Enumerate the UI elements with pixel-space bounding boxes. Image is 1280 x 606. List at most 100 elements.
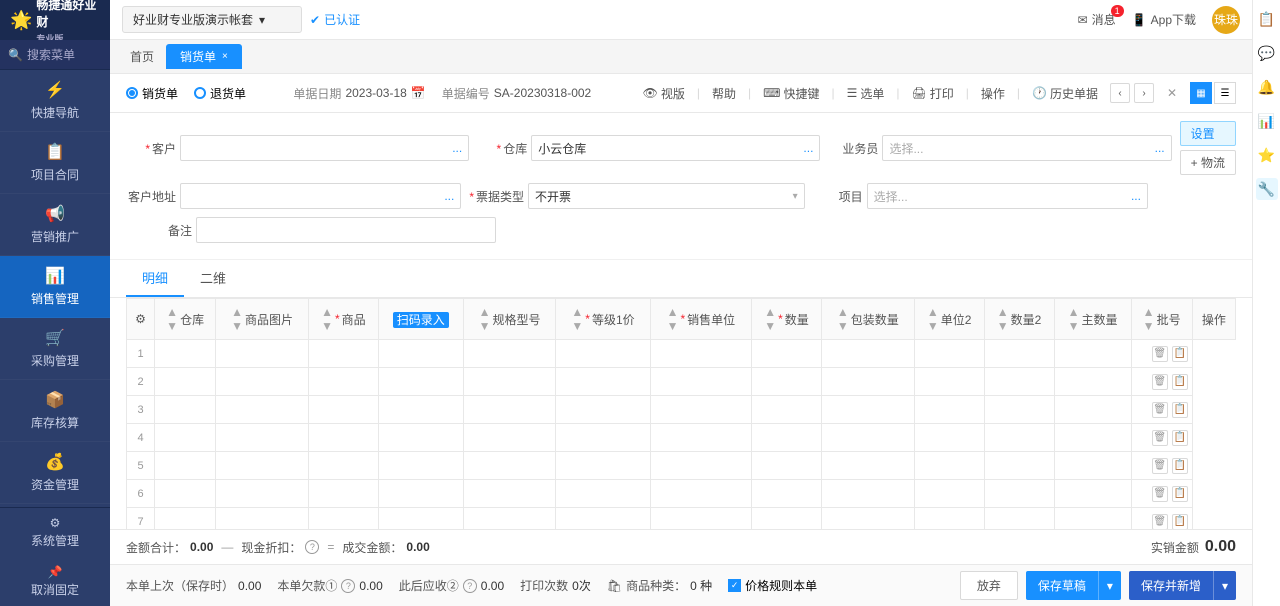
sidebar-item-inventory[interactable]: 📦 库存核算 — [0, 380, 110, 442]
table-cell[interactable] — [914, 396, 984, 424]
save-new-arrow-btn[interactable]: ▾ — [1213, 571, 1236, 600]
select-btn[interactable]: ☰ 选单 — [843, 83, 889, 104]
list-view-icon[interactable]: ☰ — [1214, 82, 1236, 104]
sidebar-item-finance[interactable]: 💰 资金管理 — [0, 442, 110, 504]
operate-btn[interactable]: 操作 — [977, 83, 1009, 104]
table-cell[interactable] — [378, 396, 463, 424]
table-cell[interactable] — [308, 508, 378, 530]
table-cell[interactable] — [556, 452, 650, 480]
table-cell[interactable] — [984, 396, 1054, 424]
right-panel-icon-1[interactable]: 📋 — [1256, 8, 1278, 30]
table-cell[interactable] — [463, 480, 556, 508]
sidebar-item-sales[interactable]: 📊 销售管理 — [0, 256, 110, 318]
shortcut-btn[interactable]: ⌨ 快捷键 — [759, 83, 823, 104]
sort-warehouse-icon[interactable]: ▲▼ — [166, 305, 178, 333]
help-btn[interactable]: 帮助 — [708, 83, 740, 104]
table-cell[interactable] — [463, 396, 556, 424]
warehouse-dots[interactable]: ... — [803, 141, 813, 155]
table-cell[interactable] — [752, 424, 822, 452]
table-cell[interactable] — [1054, 368, 1131, 396]
user-btn[interactable]: 珠珠 — [1212, 6, 1240, 34]
sort-batch-icon[interactable]: ▲▼ — [1143, 305, 1155, 333]
table-cell[interactable] — [822, 480, 915, 508]
row-copy-icon[interactable]: 📋 — [1172, 458, 1188, 474]
row-delete-icon[interactable]: 🗑 — [1152, 486, 1168, 502]
table-cell[interactable] — [984, 368, 1054, 396]
table-cell[interactable] — [914, 452, 984, 480]
table-cell[interactable] — [216, 452, 309, 480]
row-copy-icon[interactable]: 📋 — [1172, 486, 1188, 502]
table-cell[interactable] — [155, 452, 216, 480]
history-btn[interactable]: 🕐 历史单据 — [1028, 83, 1102, 104]
table-cell[interactable] — [650, 480, 751, 508]
close-btn[interactable]: ✕ — [1162, 83, 1182, 103]
table-cell[interactable] — [216, 396, 309, 424]
row-delete-icon[interactable]: 🗑 — [1152, 346, 1168, 362]
address-input[interactable]: ... — [180, 183, 461, 209]
table-scroll[interactable]: ⚙ ▲▼ 仓库 ▲▼ 商品图片 — [126, 298, 1236, 529]
invoice-select[interactable]: 不开票 ▾ — [528, 183, 805, 209]
table-cell[interactable] — [1054, 424, 1131, 452]
table-cell[interactable] — [216, 340, 309, 368]
tab-detail[interactable]: 明细 — [126, 260, 184, 297]
row-copy-icon[interactable]: 📋 — [1172, 374, 1188, 390]
table-cell[interactable] — [216, 508, 309, 530]
right-panel-icon-6[interactable]: 🔧 — [1256, 178, 1278, 200]
table-cell[interactable] — [984, 508, 1054, 530]
tab-dimension[interactable]: 二维 — [184, 260, 242, 297]
number-value[interactable]: SA-20230318-002 — [494, 86, 591, 100]
table-cell[interactable] — [650, 368, 751, 396]
set-btn[interactable]: 设置 — [1180, 121, 1236, 146]
table-cell[interactable] — [650, 340, 751, 368]
table-cell[interactable] — [914, 340, 984, 368]
customer-dots[interactable]: ... — [452, 141, 462, 155]
table-cell[interactable] — [914, 424, 984, 452]
table-cell[interactable] — [463, 452, 556, 480]
table-cell[interactable] — [822, 508, 915, 530]
sort-product-icon[interactable]: ▲▼ — [321, 305, 333, 333]
calendar-icon[interactable]: 📅 — [411, 86, 426, 100]
table-cell[interactable] — [556, 508, 650, 530]
print-btn[interactable]: 🖨 打印 — [908, 83, 958, 104]
table-cell[interactable] — [556, 480, 650, 508]
table-cell[interactable] — [155, 508, 216, 530]
table-cell[interactable] — [650, 452, 751, 480]
table-cell[interactable] — [822, 424, 915, 452]
table-cell[interactable] — [556, 396, 650, 424]
table-cell[interactable] — [1054, 340, 1131, 368]
warehouse-input[interactable]: 小云仓库 ... — [531, 135, 820, 161]
row-delete-icon[interactable]: 🗑 — [1152, 430, 1168, 446]
table-cell[interactable] — [308, 396, 378, 424]
sidebar-item-project[interactable]: 📋 项目合同 — [0, 132, 110, 194]
table-cell[interactable] — [216, 368, 309, 396]
sidebar-item-marketing[interactable]: 📢 营销推广 — [0, 194, 110, 256]
table-cell[interactable] — [216, 480, 309, 508]
notes-input[interactable] — [196, 217, 496, 243]
sort-unit-icon[interactable]: ▲▼ — [667, 305, 679, 333]
sort-qty2-icon[interactable]: ▲▼ — [997, 305, 1009, 333]
table-cell[interactable] — [378, 452, 463, 480]
table-cell[interactable] — [155, 396, 216, 424]
tab-sales-order[interactable]: 销货单 × — [166, 44, 242, 69]
view-btn[interactable]: 👁 视版 — [639, 83, 689, 104]
salesperson-dots[interactable]: ... — [1155, 141, 1165, 155]
table-cell[interactable] — [155, 340, 216, 368]
table-cell[interactable] — [752, 480, 822, 508]
messages-btn[interactable]: ✉ 消息 1 — [1078, 11, 1116, 28]
sidebar-item-quick[interactable]: ⚡ 快捷导航 — [0, 70, 110, 132]
table-cell[interactable] — [752, 508, 822, 530]
row-copy-icon[interactable]: 📋 — [1172, 346, 1188, 362]
table-cell[interactable] — [984, 480, 1054, 508]
table-cell[interactable] — [650, 396, 751, 424]
table-cell[interactable] — [308, 368, 378, 396]
table-cell[interactable] — [556, 368, 650, 396]
row-copy-icon[interactable]: 📋 — [1172, 514, 1188, 530]
table-cell[interactable] — [308, 480, 378, 508]
table-cell[interactable] — [822, 368, 915, 396]
table-cell[interactable] — [984, 340, 1054, 368]
table-cell[interactable] — [752, 368, 822, 396]
sort-image-icon[interactable]: ▲▼ — [231, 305, 243, 333]
right-panel-icon-5[interactable]: ⭐ — [1256, 144, 1278, 166]
table-cell[interactable] — [308, 340, 378, 368]
table-cell[interactable] — [752, 396, 822, 424]
